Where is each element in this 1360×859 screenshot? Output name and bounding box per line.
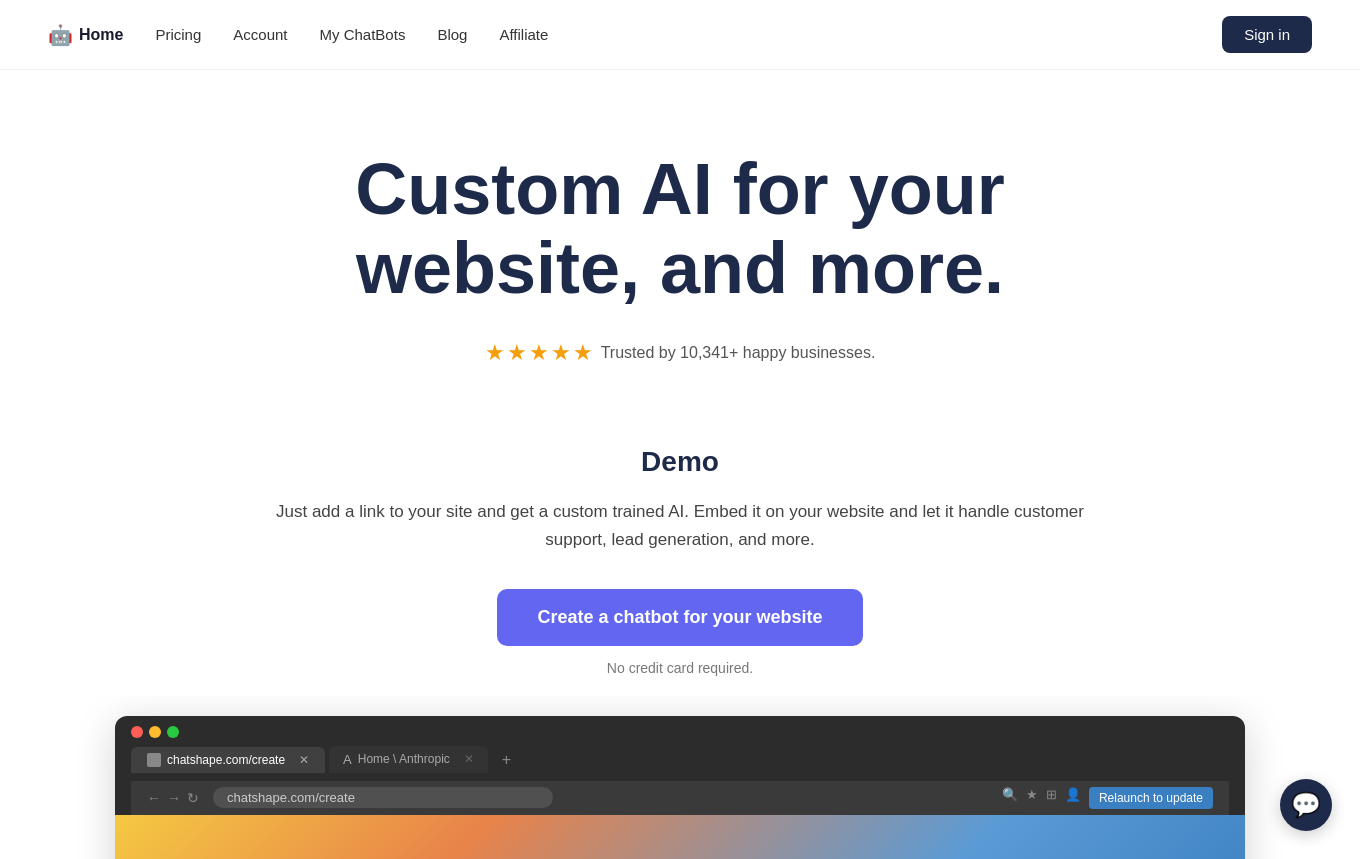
nav-left: 🤖 Home Pricing Account My ChatBots Blog … bbox=[48, 22, 548, 47]
browser-mockup: chatshape.com/create ✕ A Home \ Anthropi… bbox=[115, 716, 1245, 859]
nav-link-blog[interactable]: Blog bbox=[437, 22, 467, 47]
tab-label-2: Home \ Anthropic bbox=[358, 752, 450, 766]
logo-icon: 🤖 bbox=[48, 23, 73, 47]
tab-add-button[interactable]: + bbox=[492, 747, 521, 773]
dot-close[interactable] bbox=[131, 726, 143, 738]
demo-title: Demo bbox=[641, 446, 719, 478]
star-1: ★ bbox=[485, 340, 505, 366]
refresh-icon[interactable]: ↻ bbox=[187, 790, 199, 806]
nav-link-account[interactable]: Account bbox=[233, 22, 287, 47]
tab-anthropic-icon: A bbox=[343, 752, 352, 767]
sign-in-button[interactable]: Sign in bbox=[1222, 16, 1312, 53]
tab-close-2[interactable]: ✕ bbox=[464, 752, 474, 766]
relaunch-button[interactable]: Relaunch to update bbox=[1089, 787, 1213, 809]
browser-chrome: chatshape.com/create ✕ A Home \ Anthropi… bbox=[115, 716, 1245, 815]
tab-close-1[interactable]: ✕ bbox=[299, 753, 309, 767]
browser-addressbar: ← → ↻ chatshape.com/create 🔍 ★ ⊞ 👤 Relau… bbox=[131, 781, 1229, 815]
trust-badge: ★ ★ ★ ★ ★ Trusted by 10,341+ happy busin… bbox=[485, 340, 876, 366]
tab-favicon-1 bbox=[147, 753, 161, 767]
nav-logo[interactable]: 🤖 Home bbox=[48, 23, 123, 47]
tab-label-1: chatshape.com/create bbox=[167, 753, 285, 767]
star-2: ★ bbox=[507, 340, 527, 366]
back-arrow[interactable]: ← bbox=[147, 790, 161, 806]
star-3: ★ bbox=[529, 340, 549, 366]
no-credit-text: No credit card required. bbox=[607, 660, 753, 676]
browser-content: Create chatbot bbox=[115, 815, 1245, 859]
demo-section: Demo Just add a link to your site and ge… bbox=[0, 406, 1360, 695]
zoom-icon[interactable]: 🔍 bbox=[1002, 787, 1018, 809]
star-rating: ★ ★ ★ ★ ★ bbox=[485, 340, 593, 366]
browser-dots bbox=[131, 726, 1229, 738]
logo-text: Home bbox=[79, 26, 123, 44]
browser-tabs: chatshape.com/create ✕ A Home \ Anthropi… bbox=[131, 746, 1229, 773]
dot-minimize[interactable] bbox=[149, 726, 161, 738]
browser-toolbar-icons: 🔍 ★ ⊞ 👤 Relaunch to update bbox=[1002, 787, 1213, 809]
hero-title: Custom AI for your website, and more. bbox=[230, 150, 1130, 308]
tab-anthropic[interactable]: A Home \ Anthropic ✕ bbox=[329, 746, 488, 773]
address-bar[interactable]: chatshape.com/create bbox=[213, 787, 553, 808]
star-5: ★ bbox=[573, 340, 593, 366]
nav-link-pricing[interactable]: Pricing bbox=[155, 22, 201, 47]
demo-description: Just add a link to your site and get a c… bbox=[250, 498, 1110, 552]
nav-link-affiliate[interactable]: Affiliate bbox=[499, 22, 548, 47]
profile-icon[interactable]: 👤 bbox=[1065, 787, 1081, 809]
dot-maximize[interactable] bbox=[167, 726, 179, 738]
extensions-icon[interactable]: ⊞ bbox=[1046, 787, 1057, 809]
bookmark-icon[interactable]: ★ bbox=[1026, 787, 1038, 809]
trust-text: Trusted by 10,341+ happy businesses. bbox=[601, 344, 876, 362]
tab-chatshape[interactable]: chatshape.com/create ✕ bbox=[131, 747, 325, 773]
nav-link-mychatbots[interactable]: My ChatBots bbox=[320, 22, 406, 47]
chat-widget-icon: 💬 bbox=[1291, 791, 1321, 819]
hero-section: Custom AI for your website, and more. ★ … bbox=[0, 70, 1360, 406]
nav-back-forward: ← → ↻ bbox=[147, 790, 199, 806]
browser-wrapper: chatshape.com/create ✕ A Home \ Anthropi… bbox=[0, 696, 1360, 859]
chat-widget-bubble[interactable]: 💬 bbox=[1280, 779, 1332, 831]
cta-button[interactable]: Create a chatbot for your website bbox=[497, 589, 862, 646]
star-4: ★ bbox=[551, 340, 571, 366]
forward-arrow[interactable]: → bbox=[167, 790, 181, 806]
navbar: 🤖 Home Pricing Account My ChatBots Blog … bbox=[0, 0, 1360, 70]
browser-content-title: Create chatbot bbox=[498, 855, 862, 859]
